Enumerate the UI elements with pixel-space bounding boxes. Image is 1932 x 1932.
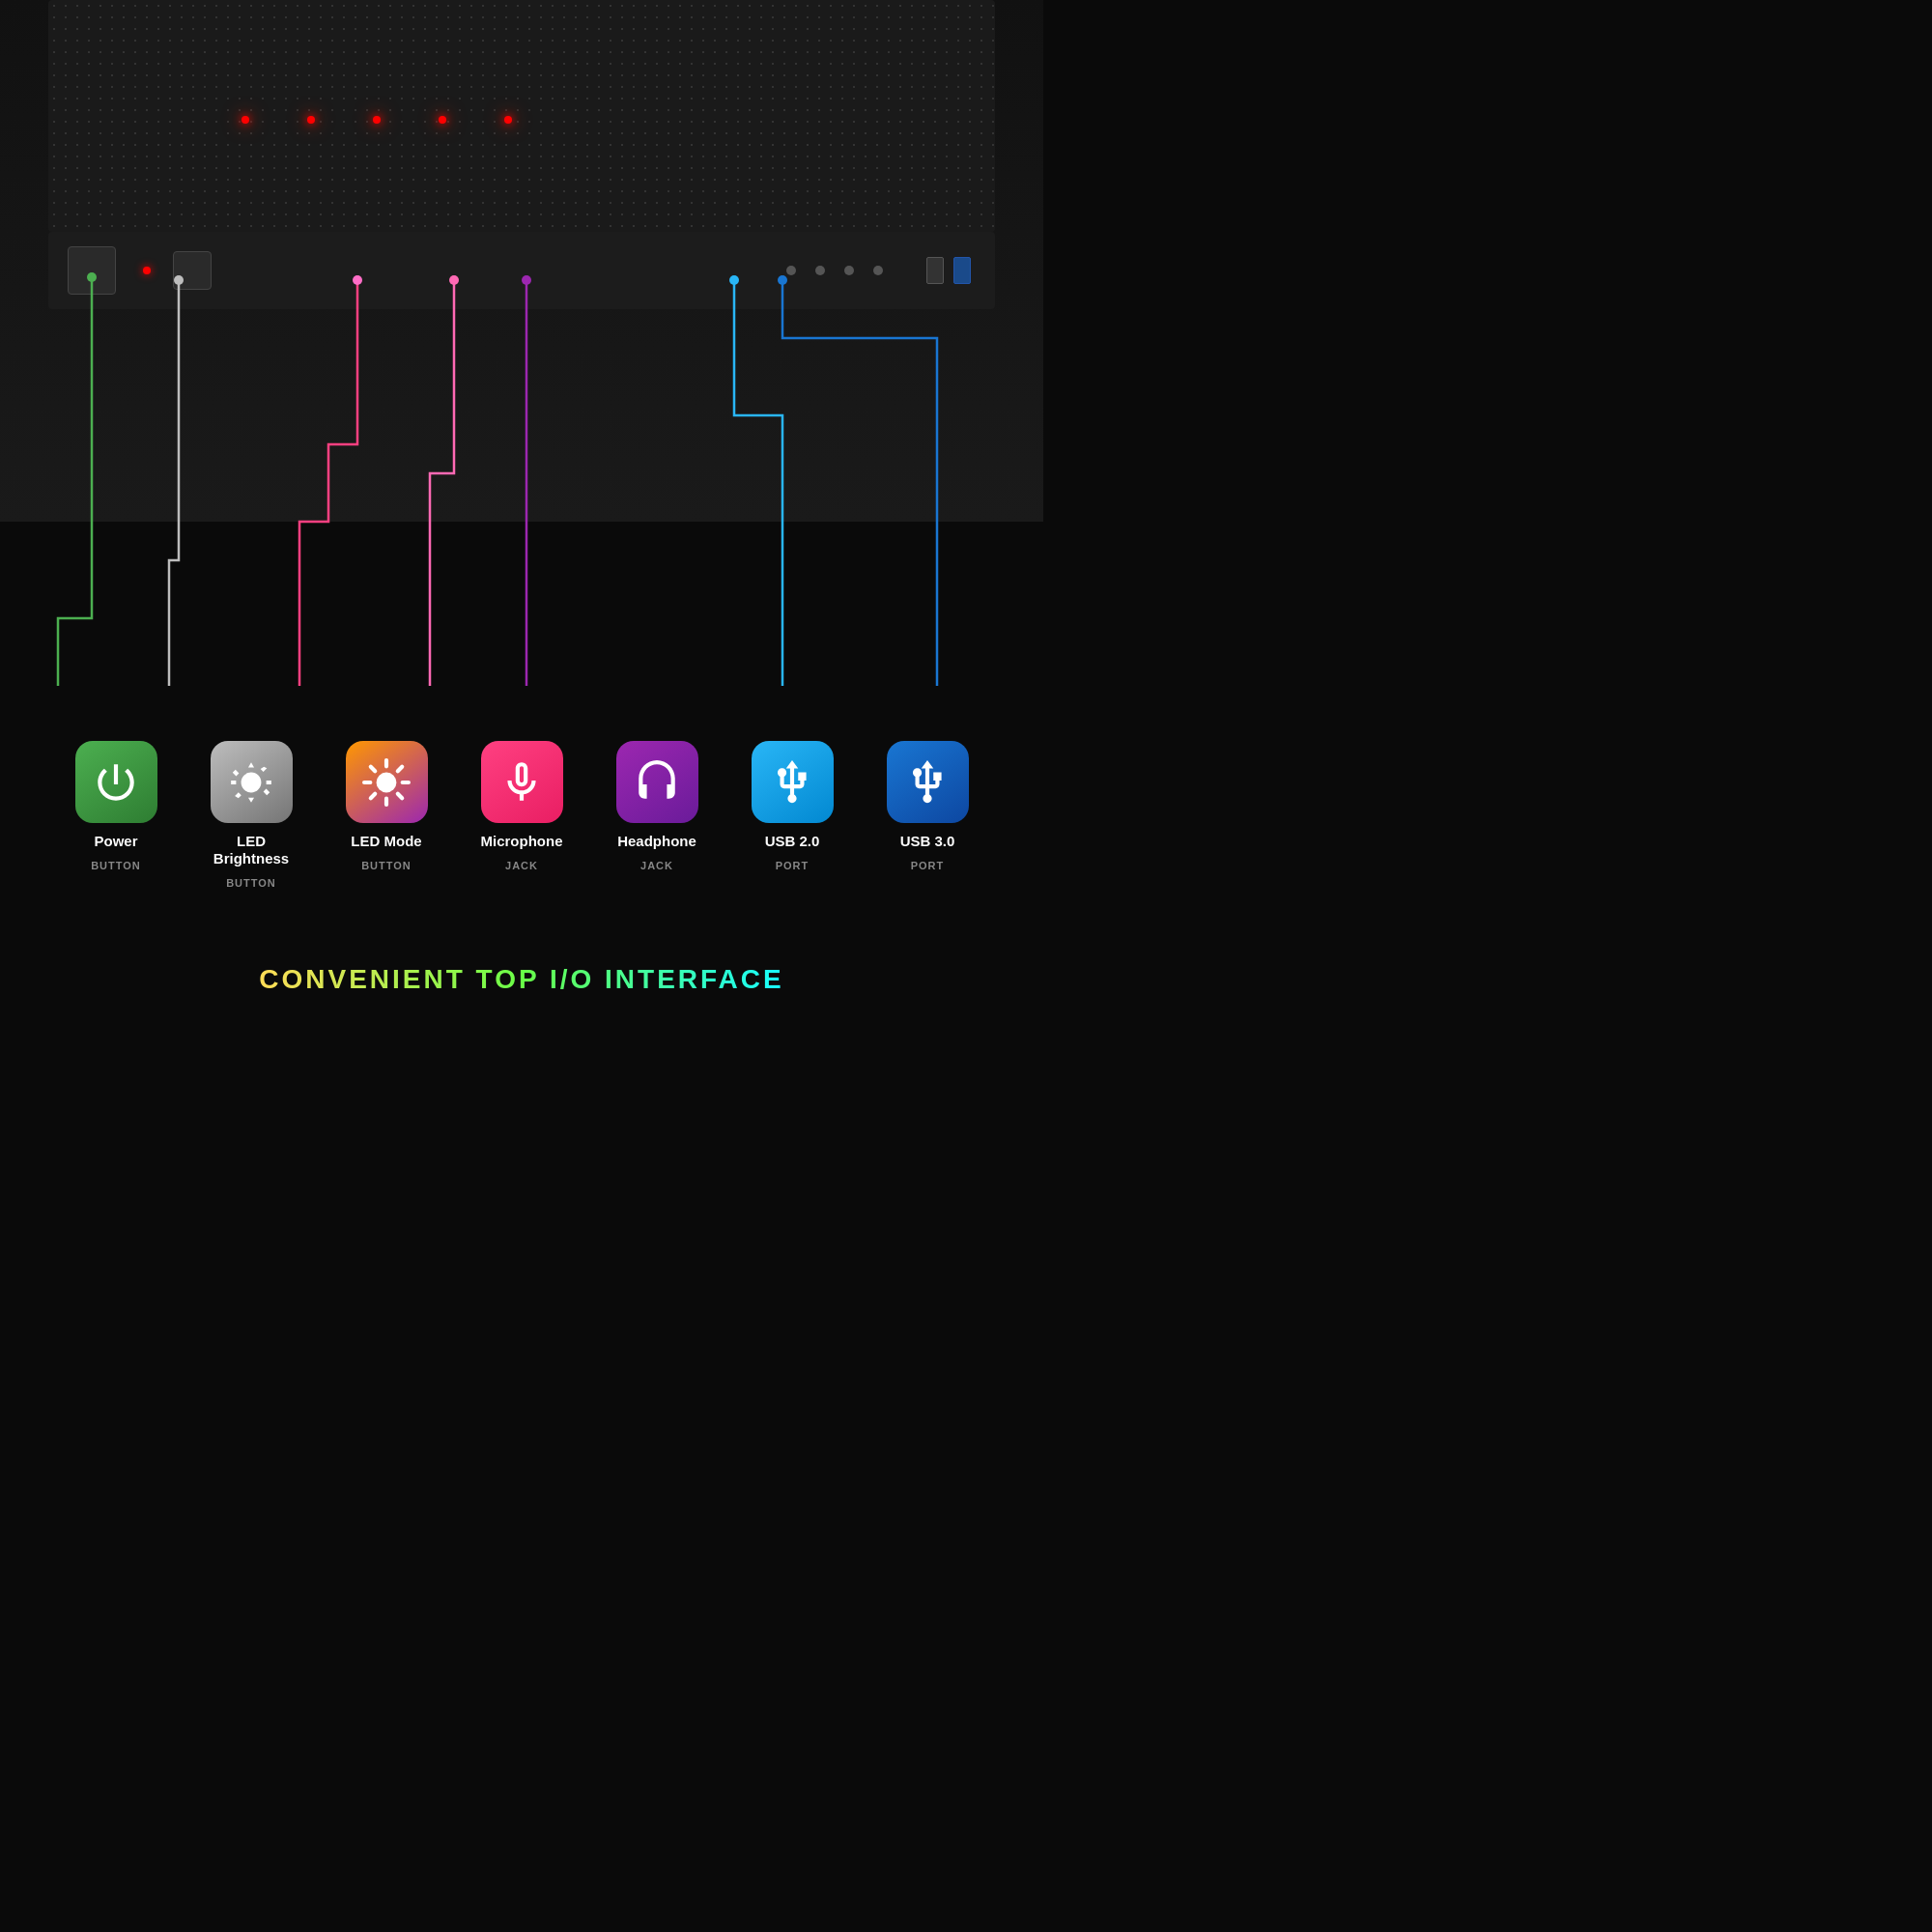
icon-item-led-brightness: LED Brightness BUTTON (198, 741, 304, 889)
usb2-icon (768, 758, 816, 807)
io-usb3-port (953, 257, 971, 284)
icon-item-power: Power BUTTON (63, 741, 169, 871)
headphone-label-main: Headphone (617, 833, 696, 850)
usb3-icon (903, 758, 952, 807)
io-panel (48, 232, 995, 309)
icon-box-usb3 (887, 741, 969, 823)
headphone-label-sub: JACK (640, 860, 673, 871)
icons-row: Power BUTTON LED Brightness BUTTON LED M… (0, 741, 1043, 889)
pc-led-1 (242, 116, 249, 124)
pc-led-5 (504, 116, 512, 124)
svg-point-8 (377, 772, 397, 792)
led-brightness-label-sub: BUTTON (226, 877, 276, 889)
usb2-label-main: USB 2.0 (765, 833, 820, 850)
usb3-label-main: USB 3.0 (900, 833, 955, 850)
pc-mesh (48, 0, 995, 232)
power-icon (92, 758, 140, 807)
io-led-indicator (143, 267, 151, 274)
svg-point-7 (245, 776, 258, 788)
pc-led-2 (307, 116, 315, 124)
icon-item-headphone: Headphone JACK (604, 741, 710, 871)
usb3-label-sub: PORT (911, 860, 945, 871)
io-reset-button (173, 251, 212, 290)
icon-box-led-brightness (211, 741, 293, 823)
io-audio-port-4 (873, 266, 883, 275)
led-brightness-label-main: LED Brightness (198, 833, 304, 867)
icon-item-microphone: Microphone JACK (469, 741, 575, 871)
pc-led-4 (439, 116, 446, 124)
io-audio-port-3 (844, 266, 854, 275)
sun-icon (362, 758, 411, 807)
pc-leds (242, 116, 512, 124)
power-label-sub: BUTTON (91, 860, 141, 871)
icon-item-led-mode: LED Mode BUTTON (333, 741, 440, 871)
usb2-label-sub: PORT (776, 860, 810, 871)
bottom-title: CONVENIENT TOP I/O INTERFACE (0, 964, 1043, 995)
brightness-icon (227, 758, 275, 807)
power-label-main: Power (94, 833, 137, 850)
icon-box-microphone (481, 741, 563, 823)
headphone-icon (633, 758, 681, 807)
io-audio-port-1 (786, 266, 796, 275)
icon-box-usb2 (752, 741, 834, 823)
io-usb2-port (926, 257, 944, 284)
pc-led-3 (373, 116, 381, 124)
icon-box-led-mode (346, 741, 428, 823)
microphone-label-sub: JACK (505, 860, 538, 871)
led-mode-label-sub: BUTTON (361, 860, 412, 871)
led-mode-label-main: LED Mode (351, 833, 421, 850)
icon-box-power (75, 741, 157, 823)
icon-box-headphone (616, 741, 698, 823)
io-audio-port-2 (815, 266, 825, 275)
icon-item-usb3: USB 3.0 PORT (874, 741, 980, 871)
io-power-button (68, 246, 116, 295)
microphone-icon (497, 758, 546, 807)
icon-item-usb2: USB 2.0 PORT (739, 741, 845, 871)
microphone-label-main: Microphone (481, 833, 563, 850)
